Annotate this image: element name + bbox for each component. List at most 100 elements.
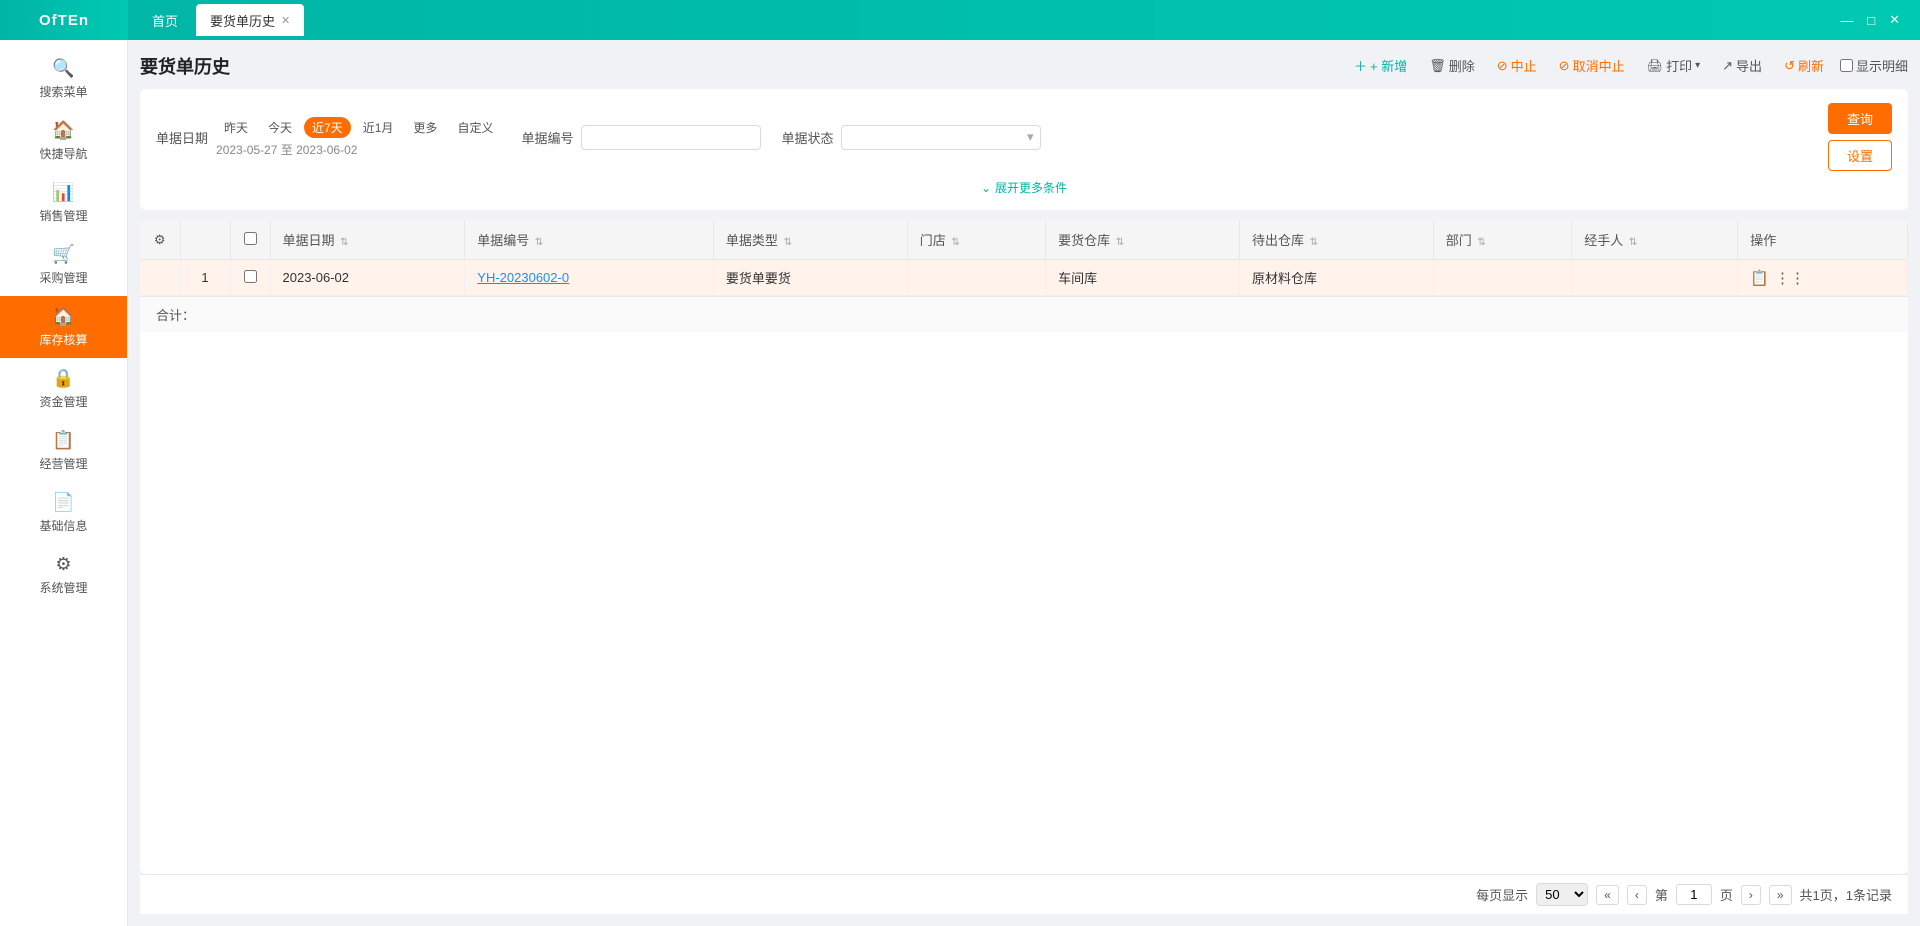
refresh-icon: ↺ (1784, 58, 1795, 74)
row-req-wh-cell: 车间库 (1046, 260, 1240, 296)
page-number-input[interactable] (1676, 884, 1712, 905)
col-check (230, 220, 270, 260)
col-settings[interactable]: ⚙ (140, 220, 180, 260)
tab-close-icon[interactable]: ✕ (281, 14, 290, 27)
sidebar-item-search-menu[interactable]: 🔍 搜索菜单 (0, 48, 127, 110)
filter-panel: 单据日期 昨天 今天 近7天 近1月 更多 自定义 2023-05-27 至 2… (140, 89, 1908, 210)
dept-sort-icon: ⇅ (1477, 237, 1485, 248)
sidebar-item-sales-label: 销售管理 (39, 207, 87, 224)
export-button[interactable]: ↗ 导出 (1716, 52, 1768, 79)
row-more-icon[interactable]: ⋮⋮ (1775, 269, 1805, 287)
doc-no-filter-group: 单据编号 (521, 125, 761, 150)
status-select[interactable] (841, 125, 1041, 150)
table-row: 1 2023-06-02 YH-20230602-0 要货单要货 车间库 原材料… (140, 260, 1908, 296)
date-filter-label: 单据日期 (156, 128, 208, 147)
stop-button[interactable]: ⊘ 中止 (1491, 52, 1543, 79)
tab-home[interactable]: 首页 (138, 4, 192, 36)
req-wh-sort-icon: ⇅ (1116, 237, 1124, 248)
sales-icon: 📊 (52, 182, 74, 203)
date-pills-container: 昨天 今天 近7天 近1月 更多 自定义 2023-05-27 至 2023-0… (216, 117, 501, 158)
refresh-button[interactable]: ↺ 刷新 (1778, 52, 1830, 79)
cancel-stop-button[interactable]: ⊘ 取消中止 (1553, 52, 1631, 79)
ops-icon: 📋 (52, 430, 74, 451)
chevron-down-icon: ⌄ (981, 181, 991, 195)
row-num-cell: 1 (180, 260, 230, 296)
set-button[interactable]: 设置 (1828, 140, 1892, 171)
expand-more-btn[interactable]: ⌄ 展开更多条件 (156, 179, 1892, 196)
row-doc-no-cell: YH-20230602-0 (465, 260, 714, 296)
col-date[interactable]: 单据日期 ⇅ (270, 220, 465, 260)
print-button[interactable]: 🖨 打印 ▾ (1641, 52, 1707, 79)
row-edit-icon[interactable]: 📋 (1750, 269, 1769, 287)
col-doc-type[interactable]: 单据类型 ⇅ (713, 220, 907, 260)
sidebar-item-finance-label: 资金管理 (39, 393, 87, 410)
tab-requisition-history[interactable]: 要货单历史 ✕ (196, 4, 304, 36)
row-doc-type-cell: 要货单要货 (713, 260, 907, 296)
pill-1month[interactable]: 近1月 (355, 117, 402, 138)
sidebar-item-sales[interactable]: 📊 销售管理 (0, 172, 127, 234)
delete-label: 删除 (1449, 56, 1475, 75)
show-detail-checkbox[interactable] (1840, 59, 1853, 72)
show-detail-toggle[interactable]: 显示明细 (1840, 56, 1908, 75)
doc-no-link[interactable]: YH-20230602-0 (477, 270, 569, 285)
first-page-btn[interactable]: « (1596, 885, 1619, 905)
page-title-bar: 要货单历史 ＋ + 新增 🗑 删除 ⊘ 中止 ⊘ 取消中止 (140, 52, 1908, 79)
select-all-checkbox[interactable] (244, 232, 257, 245)
col-doc-no[interactable]: 单据编号 ⇅ (465, 220, 714, 260)
new-button[interactable]: ＋ + 新增 (1348, 52, 1413, 79)
minimize-icon[interactable]: — (1840, 13, 1853, 28)
print-icon: 🖨 (1647, 58, 1664, 74)
sidebar-item-finance[interactable]: 🔒 资金管理 (0, 358, 127, 420)
search-menu-icon: 🔍 (52, 58, 74, 79)
sidebar-item-quick-nav[interactable]: 🏠 快捷导航 (0, 110, 127, 172)
page-label2: 页 (1720, 885, 1733, 904)
sidebar-item-basic-info[interactable]: 📄 基础信息 (0, 482, 127, 544)
inventory-icon: 🏠 (52, 306, 74, 327)
row-checkbox[interactable] (244, 270, 257, 283)
content-area: 要货单历史 ＋ + 新增 🗑 删除 ⊘ 中止 ⊘ 取消中止 (128, 40, 1920, 926)
col-store[interactable]: 门店 ⇅ (907, 220, 1045, 260)
filter-row-1: 单据日期 昨天 今天 近7天 近1月 更多 自定义 2023-05-27 至 2… (156, 103, 1892, 171)
row-action-buttons: 📋 ⋮⋮ (1750, 269, 1895, 287)
row-settings-cell (140, 260, 180, 296)
sidebar-item-purchase[interactable]: 🛒 采购管理 (0, 234, 127, 296)
row-handler-cell (1572, 260, 1738, 296)
pagination-bar: 每页显示 10 20 50 100 « ‹ 第 页 › » 共1页，1条记录 (140, 874, 1908, 914)
sidebar-item-ops[interactable]: 📋 经营管理 (0, 420, 127, 482)
col-dept[interactable]: 部门 ⇅ (1433, 220, 1571, 260)
query-button[interactable]: 查询 (1828, 103, 1892, 134)
footer-label: 合计： (156, 305, 195, 324)
sidebar-item-inventory[interactable]: 🏠 库存核算 (0, 296, 127, 358)
doc-no-input[interactable] (581, 125, 761, 150)
col-wait-warehouse[interactable]: 待出仓库 ⇅ (1239, 220, 1433, 260)
sidebar: 🔍 搜索菜单 🏠 快捷导航 📊 销售管理 🛒 采购管理 🏠 库存核算 🔒 资金管… (0, 40, 128, 926)
pill-today[interactable]: 今天 (260, 117, 300, 138)
sidebar-item-sys-label: 系统管理 (39, 579, 87, 596)
status-label: 单据状态 (781, 128, 833, 147)
purchase-icon: 🛒 (52, 244, 74, 265)
delete-button[interactable]: 🗑 删除 (1423, 52, 1481, 79)
pill-7days[interactable]: 近7天 (304, 117, 351, 138)
page-size-select[interactable]: 10 20 50 100 (1536, 883, 1588, 906)
toolbar: ＋ + 新增 🗑 删除 ⊘ 中止 ⊘ 取消中止 🖨 打印 (1348, 52, 1908, 79)
date-filter-group: 单据日期 昨天 今天 近7天 近1月 更多 自定义 2023-05-27 至 2… (156, 117, 501, 158)
prev-page-btn[interactable]: ‹ (1627, 885, 1647, 905)
next-page-btn[interactable]: › (1741, 885, 1761, 905)
top-bar: OfTEn 首页 要货单历史 ✕ — □ ✕ (0, 0, 1920, 40)
close-window-icon[interactable]: ✕ (1889, 12, 1900, 28)
col-handler[interactable]: 经手人 ⇅ (1572, 220, 1738, 260)
sidebar-item-basic-label: 基础信息 (39, 517, 87, 534)
maximize-icon[interactable]: □ (1867, 13, 1875, 28)
brand-name: OfTEn (39, 12, 89, 29)
export-icon: ↗ (1722, 58, 1733, 74)
last-page-btn[interactable]: » (1769, 885, 1792, 905)
cancel-stop-label: 取消中止 (1573, 56, 1625, 75)
pill-custom[interactable]: 自定义 (449, 117, 501, 138)
doc-no-label: 单据编号 (521, 128, 573, 147)
tab-requisition-label: 要货单历史 (210, 11, 275, 30)
sidebar-item-sys-mgmt[interactable]: ⚙ 系统管理 (0, 544, 127, 606)
pill-yesterday[interactable]: 昨天 (216, 117, 256, 138)
pill-more[interactable]: 更多 (405, 117, 445, 138)
window-controls: — □ ✕ (1840, 12, 1910, 28)
col-req-warehouse[interactable]: 要货仓库 ⇅ (1046, 220, 1240, 260)
